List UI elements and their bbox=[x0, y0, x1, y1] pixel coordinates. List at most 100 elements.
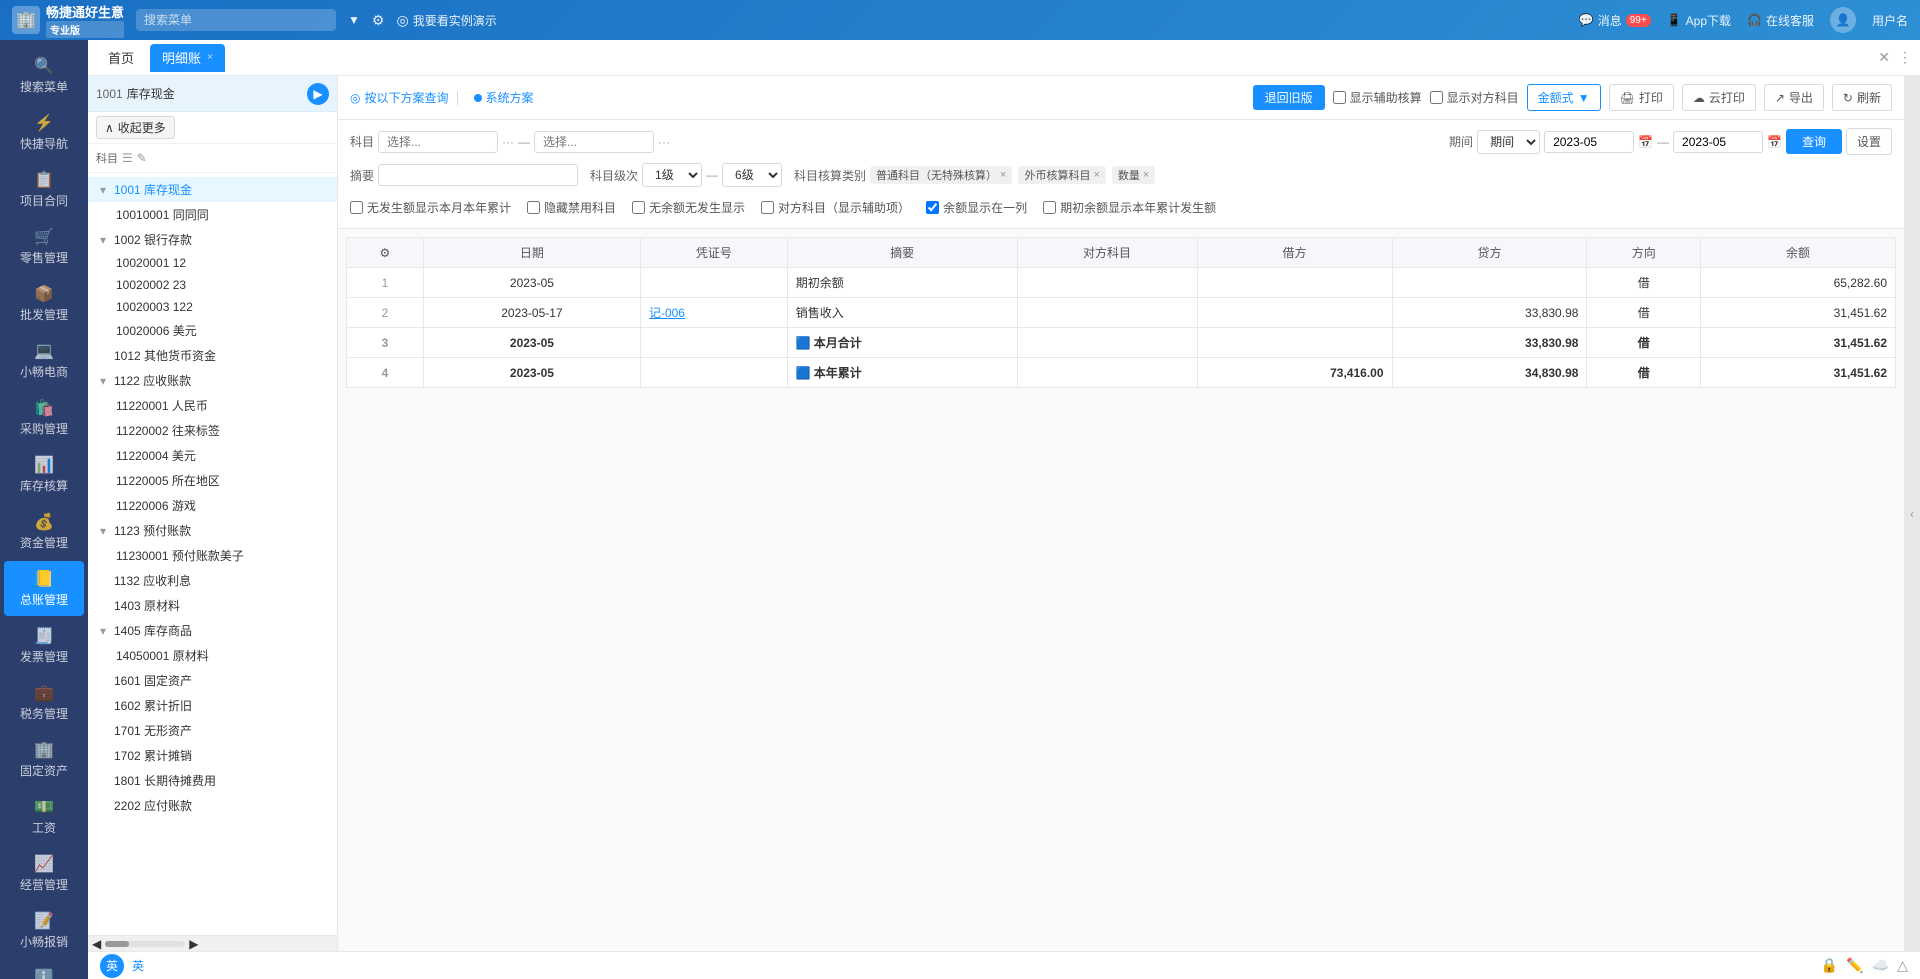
sidebar-item-invoice[interactable]: 🧾 发票管理 bbox=[4, 618, 84, 673]
sidebar-item-basic[interactable]: ℹ️ 基础信息 bbox=[4, 960, 84, 979]
sidebar-item-wholesale[interactable]: 📦 批发管理 bbox=[4, 276, 84, 331]
subject-input-2[interactable] bbox=[534, 131, 654, 153]
tab-home[interactable]: 首页 bbox=[96, 44, 146, 72]
account-item-1012[interactable]: 1012 其他货币资金 bbox=[88, 343, 337, 368]
sidebar-item-sales[interactable]: 📝 小畅报销 bbox=[4, 903, 84, 958]
check-hide-disabled[interactable]: 隐藏禁用科目 bbox=[527, 199, 616, 216]
period-from-input[interactable] bbox=[1544, 131, 1634, 153]
voucher-link[interactable]: 记-006 bbox=[649, 306, 685, 320]
account-item-11220006[interactable]: 11220006 游戏 bbox=[88, 493, 337, 518]
online-service-btn[interactable]: 🎧 在线客服 bbox=[1747, 12, 1814, 29]
dropdown-arrow[interactable]: ▼ bbox=[348, 13, 360, 27]
sidebar-item-retail[interactable]: 🛒 零售管理 bbox=[4, 219, 84, 274]
lock-icon[interactable]: 🔒 bbox=[1821, 957, 1838, 974]
sidebar-item-finance[interactable]: 💰 资金管理 bbox=[4, 504, 84, 559]
level-to-select[interactable]: 6级 bbox=[722, 163, 782, 187]
row-2-voucher[interactable]: 记-006 bbox=[640, 298, 787, 328]
sidebar-item-ecom[interactable]: 💻 小畅电商 bbox=[4, 333, 84, 388]
account-item-14050001[interactable]: 14050001 原材料 bbox=[88, 643, 337, 668]
account-item-10020001[interactable]: 10020001 12 bbox=[88, 252, 337, 274]
expand-more-btn[interactable]: ∧ 收起更多 bbox=[96, 116, 175, 139]
tab-current[interactable]: 明细账 × bbox=[150, 44, 225, 72]
account-item-1405[interactable]: ▾ 1405 库存商品 bbox=[88, 618, 337, 643]
col-direction[interactable]: 方向 bbox=[1587, 238, 1701, 268]
check-period-balance[interactable]: 期初余额显示本年累计发生额 bbox=[1043, 199, 1216, 216]
col-summary[interactable]: 摘要 bbox=[787, 238, 1017, 268]
check-no-balance-opposite[interactable]: 无余额无发生显示 bbox=[632, 199, 745, 216]
app-download-btn[interactable]: 📱 App下载 bbox=[1667, 12, 1731, 29]
account-item-10020002[interactable]: 10020002 23 bbox=[88, 274, 337, 296]
account-item-1702[interactable]: 1702 累计摊销 bbox=[88, 743, 337, 768]
col-credit[interactable]: 贷方 bbox=[1392, 238, 1587, 268]
subject-more-btn[interactable]: ··· bbox=[502, 135, 514, 149]
search-input[interactable] bbox=[136, 9, 336, 31]
show-opposite-checkbox[interactable]: 显示对方科目 bbox=[1430, 89, 1519, 106]
col-voucher[interactable]: 凭证号 bbox=[640, 238, 787, 268]
account-item-11220005[interactable]: 11220005 所在地区 bbox=[88, 468, 337, 493]
account-item-10010001[interactable]: 10010001 同同同 bbox=[88, 202, 337, 227]
account-item-11220002[interactable]: 11220002 往来标签 bbox=[88, 418, 337, 443]
tab-close-btn[interactable]: × bbox=[207, 52, 213, 63]
query-btn[interactable]: 查询 bbox=[1786, 129, 1842, 154]
subject-more-btn-2[interactable]: ··· bbox=[658, 135, 670, 149]
sidebar-item-tax[interactable]: 💼 税务管理 bbox=[4, 675, 84, 730]
tabs-close-all-btn[interactable]: ✕ bbox=[1878, 49, 1890, 66]
sidebar-item-fixed-assets[interactable]: 🏢 固定资产 bbox=[4, 732, 84, 787]
filter-settings-btn[interactable]: 设置 bbox=[1846, 128, 1892, 155]
period-to-input[interactable] bbox=[1673, 131, 1763, 153]
demo-link[interactable]: ◎ 我要看实例演示 bbox=[396, 12, 496, 29]
sidebar-item-ledger[interactable]: 📒 总账管理 bbox=[4, 561, 84, 616]
sidebar-item-project[interactable]: 📋 项目合同 bbox=[4, 162, 84, 217]
tag-foreign-close[interactable]: × bbox=[1093, 169, 1099, 181]
calendar-to-icon[interactable]: 📅 bbox=[1767, 135, 1782, 149]
system-scheme-item[interactable]: 系统方案 bbox=[466, 85, 542, 110]
account-item-1122[interactable]: ▾ 1122 应收账款 bbox=[88, 368, 337, 393]
tag-qty-close[interactable]: × bbox=[1143, 169, 1149, 181]
account-item-1701[interactable]: 1701 无形资产 bbox=[88, 718, 337, 743]
sidebar-item-salary[interactable]: 💵 工资 bbox=[4, 789, 84, 844]
col-balance[interactable]: 余额 bbox=[1701, 238, 1896, 268]
back-to-old-btn[interactable]: 退回旧版 bbox=[1253, 85, 1325, 110]
account-item-1601[interactable]: 1601 固定资产 bbox=[88, 668, 337, 693]
level-from-select[interactable]: 1级 bbox=[642, 163, 702, 187]
summary-input[interactable] bbox=[378, 164, 578, 186]
scroll-right-btn[interactable]: ▶ bbox=[189, 937, 198, 951]
query-scheme-btn[interactable]: ◎ 按以下方案查询 bbox=[350, 89, 449, 106]
col-date[interactable]: 日期 bbox=[423, 238, 640, 268]
account-item-10020003[interactable]: 10020003 122 bbox=[88, 296, 337, 318]
subject-input[interactable] bbox=[378, 131, 498, 153]
avatar[interactable]: 👤 bbox=[1830, 7, 1856, 33]
tag-normal-close[interactable]: × bbox=[1000, 169, 1006, 181]
refresh-btn[interactable]: ↻ 刷新 bbox=[1832, 84, 1892, 111]
period-type-select[interactable]: 期间 bbox=[1477, 130, 1540, 154]
sidebar-item-inventory[interactable]: 📊 库存核算 bbox=[4, 447, 84, 502]
edit-status-icon[interactable]: ✏️ bbox=[1846, 957, 1863, 974]
right-edge-toggle[interactable]: ‹ bbox=[1904, 76, 1920, 951]
status-english-text[interactable]: 英 bbox=[132, 957, 144, 974]
settings-icon[interactable]: ⚙ bbox=[372, 12, 385, 29]
account-item-11220004[interactable]: 11220004 美元 bbox=[88, 443, 337, 468]
tabs-menu-btn[interactable]: ⋮ bbox=[1898, 49, 1912, 66]
calendar-from-icon[interactable]: 📅 bbox=[1638, 135, 1653, 149]
check-balance-one-col[interactable]: 余额显示在一列 bbox=[926, 199, 1027, 216]
sidebar-item-search[interactable]: 🔍 搜索菜单 bbox=[4, 48, 84, 103]
sidebar-item-purchase[interactable]: 🛍️ 采购管理 bbox=[4, 390, 84, 445]
sidebar-item-quick-nav[interactable]: ⚡ 快捷导航 bbox=[4, 105, 84, 160]
show-aux-checkbox[interactable]: 显示辅助核算 bbox=[1333, 89, 1422, 106]
cloud-print-btn[interactable]: ☁ 云打印 bbox=[1682, 84, 1756, 111]
account-item-1001[interactable]: ▾ 1001 库存现金 bbox=[88, 177, 337, 202]
account-item-1801[interactable]: 1801 长期待摊费用 bbox=[88, 768, 337, 793]
account-item-1403[interactable]: 1403 原材料 bbox=[88, 593, 337, 618]
messages-btn[interactable]: 💬 消息 99+ bbox=[1579, 12, 1651, 29]
check-no-balance[interactable]: 无发生额显示本月本年累计 bbox=[350, 199, 511, 216]
account-item-1002[interactable]: ▾ 1002 银行存款 bbox=[88, 227, 337, 252]
account-item-1123[interactable]: ▾ 1123 预付账款 bbox=[88, 518, 337, 543]
account-item-1602[interactable]: 1602 累计折旧 bbox=[88, 693, 337, 718]
col-opposite[interactable]: 对方科目 bbox=[1017, 238, 1197, 268]
account-item-11230001[interactable]: 11230001 预付账款美子 bbox=[88, 543, 337, 568]
col-settings[interactable]: ⚙ bbox=[347, 238, 424, 268]
export-btn[interactable]: ↗ 导出 bbox=[1764, 84, 1824, 111]
account-item-2202[interactable]: 2202 应付账款 bbox=[88, 793, 337, 818]
upload-icon[interactable]: △ bbox=[1897, 957, 1908, 974]
check-opposite-subject[interactable]: 对方科目（显示辅助项） bbox=[761, 199, 910, 216]
